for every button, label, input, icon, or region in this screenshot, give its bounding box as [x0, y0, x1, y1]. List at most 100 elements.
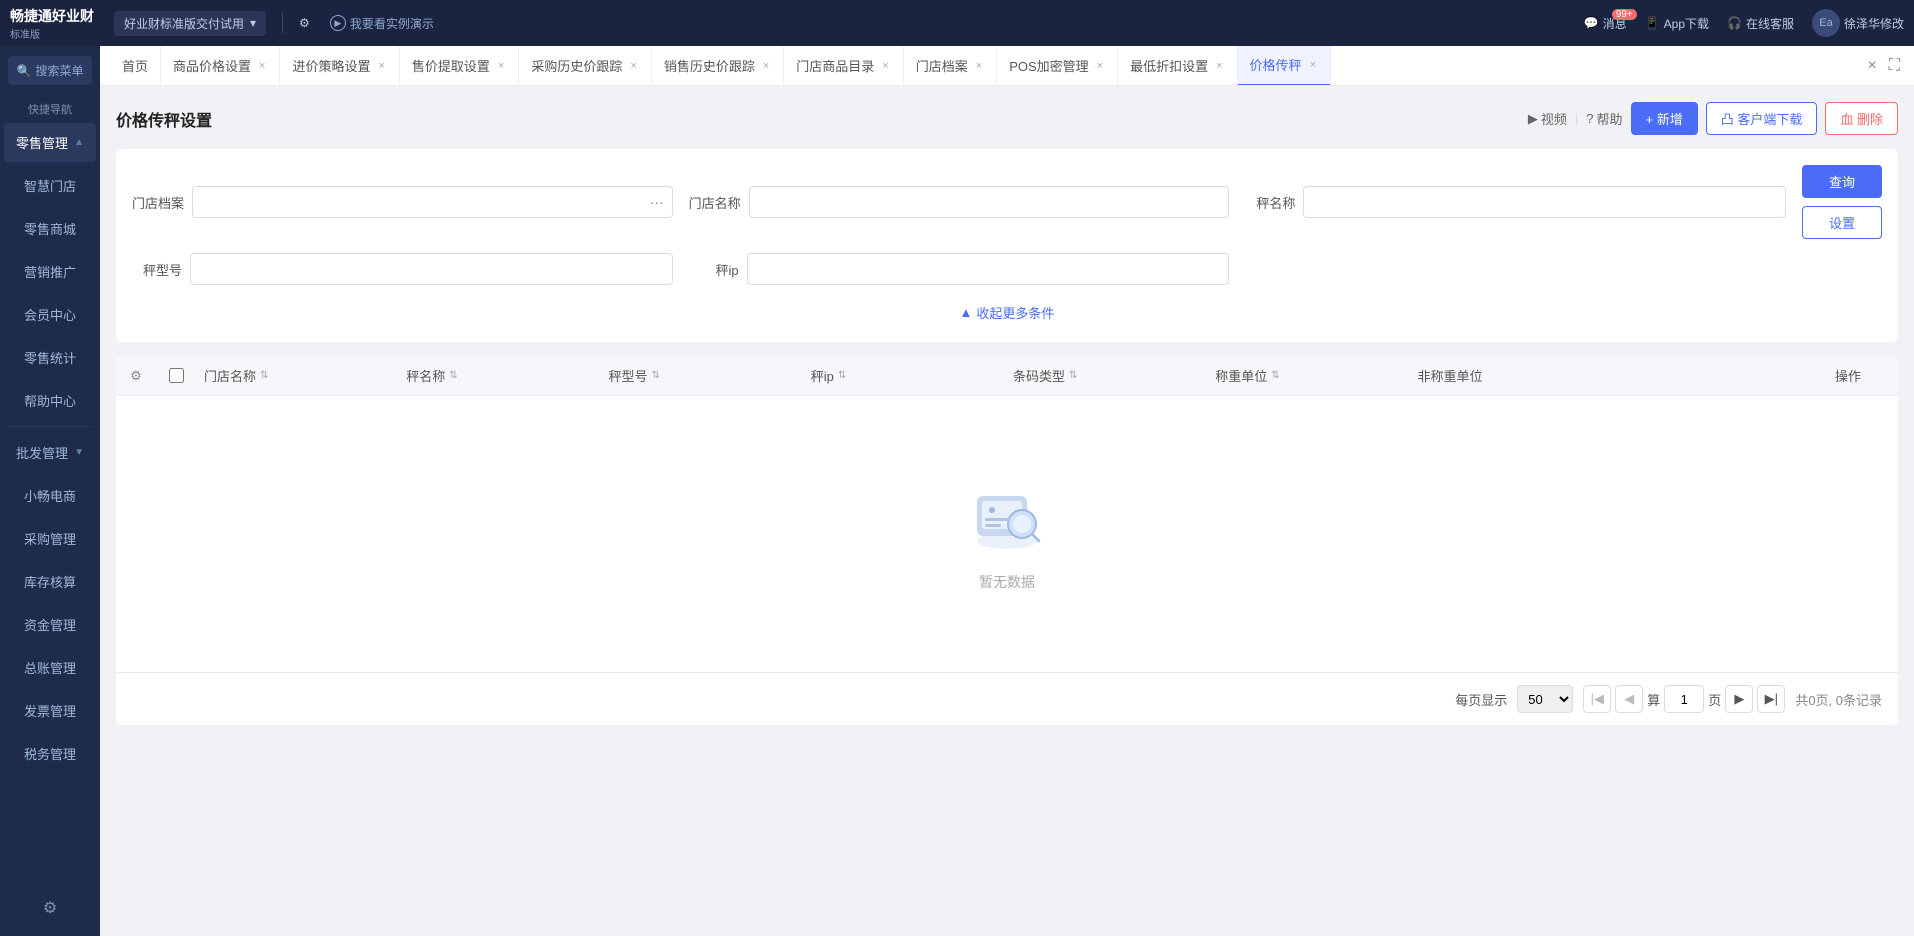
- store-file-label: 门店档案: [132, 193, 184, 212]
- settings-query-btn[interactable]: 设置: [1802, 206, 1882, 239]
- messages-btn[interactable]: 💬 消息 99+: [1584, 15, 1627, 32]
- col-scale-name: 秤名称 ⇅: [398, 356, 600, 395]
- tab-close-store-catalog[interactable]: ×: [880, 58, 890, 74]
- sidebar-item-help[interactable]: 帮助中心: [4, 381, 96, 420]
- sidebar-item-marketing[interactable]: 营销推广: [4, 252, 96, 291]
- table-check-col: [156, 356, 196, 395]
- online-service-btn[interactable]: 🎧 在线客服: [1727, 15, 1794, 32]
- app-download-btn[interactable]: 📱 App下载: [1645, 15, 1709, 32]
- tab-close-purchase-history[interactable]: ×: [628, 58, 638, 74]
- add-btn[interactable]: + 新增: [1631, 102, 1698, 135]
- tab-close-price-scale[interactable]: ×: [1308, 57, 1318, 73]
- col-store-name-label: 门店名称: [204, 366, 256, 385]
- col-barcode-type-label: 条码类型: [1013, 366, 1065, 385]
- page-input[interactable]: [1664, 685, 1704, 713]
- scale-name-input[interactable]: [1303, 186, 1786, 218]
- per-page-select[interactable]: 50 10 20 100: [1517, 685, 1573, 713]
- edition-label: 好业财标准版交付试用: [124, 15, 244, 32]
- tab-close-pos-management[interactable]: ×: [1095, 58, 1105, 74]
- sidebar-item-retail-mall[interactable]: 零售商城: [4, 209, 96, 248]
- sidebar-item-purchase[interactable]: 采购管理: [4, 519, 96, 558]
- store-file-input[interactable]: [193, 187, 642, 217]
- tab-store-file[interactable]: 门店档案 ×: [904, 46, 997, 86]
- tab-sale-extract[interactable]: 售价提取设置 ×: [400, 46, 519, 86]
- prev-page-btn[interactable]: ◀: [1615, 685, 1643, 713]
- tab-purchase-history-label: 采购历史价跟踪: [531, 56, 622, 75]
- sidebar-item-ledger[interactable]: 总账管理: [4, 648, 96, 687]
- sidebar-item-member[interactable]: 会员中心: [4, 295, 96, 334]
- collapse-btn-label: 收起更多条件: [976, 303, 1054, 322]
- tab-close-store-file[interactable]: ×: [974, 58, 984, 74]
- query-btn[interactable]: 查询: [1802, 165, 1882, 198]
- tab-advance-strategy[interactable]: 进价策略设置 ×: [280, 46, 399, 86]
- sort-scale-ip-icon[interactable]: ⇅: [838, 370, 846, 381]
- sidebar-item-wisdom-store[interactable]: 智慧门店: [4, 166, 96, 205]
- table-settings-icon[interactable]: ⚙: [130, 368, 142, 384]
- sidebar-item-xiaochange[interactable]: 小畅电商: [4, 476, 96, 515]
- dropdown-icon: ▾: [250, 16, 256, 30]
- search-menu-btn[interactable]: 🔍 搜索菜单: [8, 56, 92, 85]
- sort-weight-unit-icon[interactable]: ⇅: [1271, 370, 1279, 381]
- tab-store-catalog[interactable]: 门店商品目录 ×: [784, 46, 903, 86]
- sort-store-name-icon[interactable]: ⇅: [260, 370, 268, 381]
- sort-scale-name-icon[interactable]: ⇅: [449, 370, 457, 381]
- sort-barcode-type-icon[interactable]: ⇅: [1069, 370, 1077, 381]
- scale-ip-group: 秤ip: [689, 253, 1230, 285]
- scale-model-input[interactable]: [190, 253, 673, 285]
- scale-ip-input[interactable]: [747, 253, 1230, 285]
- sidebar-divider-1: [8, 426, 92, 427]
- sidebar-invoice-label: 发票管理: [24, 701, 76, 720]
- tab-expand-btn[interactable]: ⛶: [1885, 53, 1904, 79]
- tab-min-discount[interactable]: 最低折扣设置 ×: [1118, 46, 1237, 86]
- tab-close-sale-history[interactable]: ×: [761, 58, 771, 74]
- sidebar-item-tax[interactable]: 税务管理: [4, 734, 96, 773]
- edition-selector[interactable]: 好业财标准版交付试用 ▾: [114, 11, 266, 36]
- sidebar-item-wholesale[interactable]: 批发管理 ▼: [4, 433, 96, 472]
- tab-close-advance-strategy[interactable]: ×: [376, 58, 386, 74]
- sidebar-item-invoice[interactable]: 发票管理: [4, 691, 96, 730]
- help-link[interactable]: ? 帮助: [1586, 109, 1622, 128]
- sidebar-item-retail-stats[interactable]: 零售统计: [4, 338, 96, 377]
- collapse-btn[interactable]: ▲ 收起更多条件: [948, 299, 1067, 326]
- sidebar-retail-label: 零售管理: [16, 133, 68, 152]
- tab-sale-history[interactable]: 销售历史价跟踪 ×: [652, 46, 784, 86]
- tab-close-min-discount[interactable]: ×: [1214, 58, 1224, 74]
- sidebar-item-retail[interactable]: 零售管理 ▲: [4, 123, 96, 162]
- scale-ip-label: 秤ip: [689, 260, 739, 279]
- demo-link[interactable]: ▶ 我要看实例演示: [330, 15, 434, 32]
- user-menu[interactable]: Ea 徐泽华修改: [1812, 9, 1904, 37]
- settings-icon-btn[interactable]: ⚙: [299, 16, 310, 30]
- sidebar-settings-btn[interactable]: ⚙: [35, 890, 65, 926]
- tab-price-scale[interactable]: 价格传秤 ×: [1238, 46, 1331, 86]
- col-barcode-type: 条码类型 ⇅: [1005, 356, 1207, 395]
- video-link[interactable]: ▶ 视频: [1528, 109, 1567, 128]
- search-icon: 🔍: [17, 64, 32, 78]
- first-page-btn[interactable]: |◀: [1583, 685, 1611, 713]
- tab-close-all-btn[interactable]: ×: [1863, 53, 1880, 79]
- tab-purchase-history[interactable]: 采购历史价跟踪 ×: [519, 46, 651, 86]
- avatar: Ea: [1812, 9, 1840, 37]
- delete-btn[interactable]: 血 删除: [1825, 102, 1898, 135]
- last-page-btn[interactable]: ▶|: [1757, 685, 1785, 713]
- table-container: ⚙ 门店名称 ⇅ 秤名称 ⇅: [116, 356, 1898, 725]
- sort-scale-model-icon[interactable]: ⇅: [652, 370, 660, 381]
- tab-close-sale-extract[interactable]: ×: [496, 58, 506, 74]
- col-scale-ip-label: 秤ip: [811, 366, 834, 385]
- sidebar-item-finance[interactable]: 资金管理: [4, 605, 96, 644]
- next-page-btn[interactable]: ▶: [1725, 685, 1753, 713]
- tab-pos-management[interactable]: POS加密管理 ×: [997, 46, 1118, 86]
- sidebar-item-inventory[interactable]: 库存核算: [4, 562, 96, 601]
- add-btn-label: + 新增: [1646, 109, 1683, 128]
- scale-model-group: 秤型号: [132, 253, 673, 285]
- tab-close-price-setting[interactable]: ×: [257, 58, 267, 74]
- download-btn[interactable]: 凸 客户端下载: [1706, 102, 1818, 135]
- sidebar-marketing-label: 营销推广: [24, 262, 76, 281]
- store-file-dots-btn[interactable]: ···: [642, 194, 672, 210]
- store-name-input[interactable]: [749, 186, 1230, 218]
- tab-home[interactable]: 首页: [110, 46, 161, 86]
- select-all-checkbox[interactable]: [169, 368, 184, 383]
- col-weight-unit: 称重单位 ⇅: [1207, 356, 1409, 395]
- tab-price-setting[interactable]: 商品价格设置 ×: [161, 46, 280, 86]
- demo-link-label: 我要看实例演示: [350, 15, 434, 32]
- col-ops-label: 操作: [1835, 366, 1861, 385]
